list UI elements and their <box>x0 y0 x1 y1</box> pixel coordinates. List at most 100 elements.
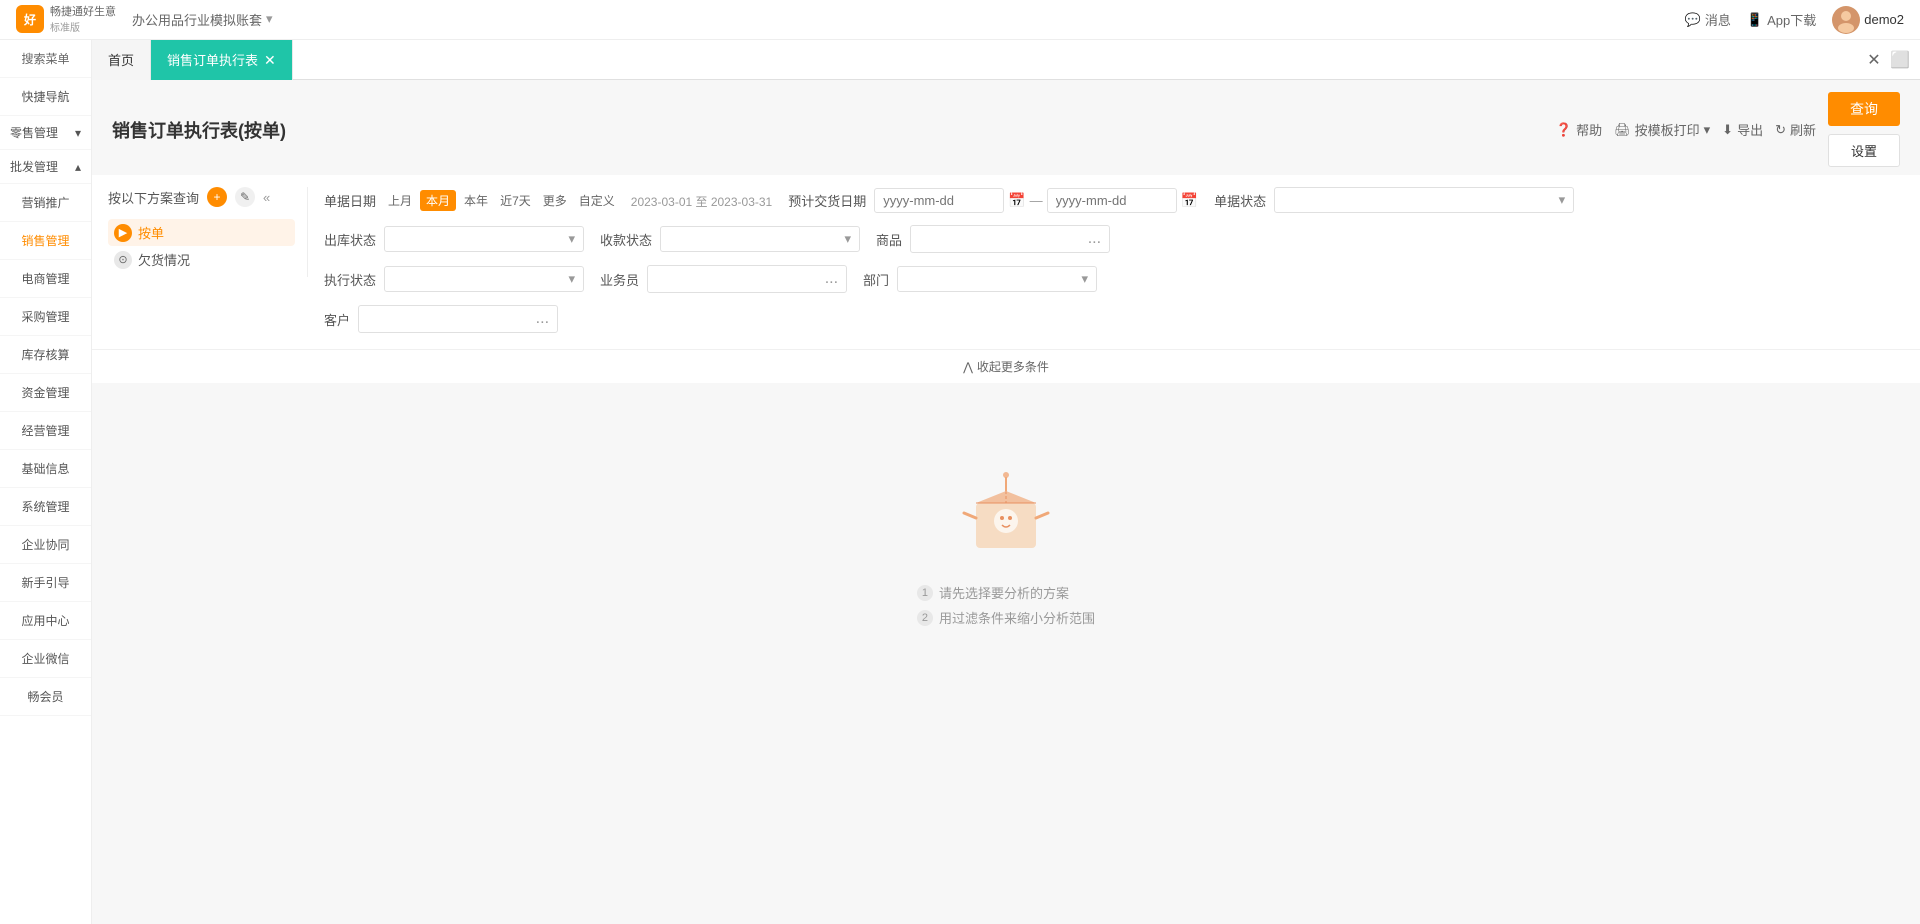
logo-sub: 标准版 <box>50 19 116 34</box>
setting-button[interactable]: 设置 <box>1828 134 1900 167</box>
goods-dots-icon[interactable]: ... <box>1088 230 1101 248</box>
status-select[interactable]: ▾ <box>1274 187 1574 213</box>
add-scheme-button[interactable]: + <box>207 187 227 207</box>
sidebar-item-quick-nav[interactable]: 快捷导航 <box>0 78 91 116</box>
logo-text-group: 畅捷通好生意 标准版 <box>50 5 116 34</box>
filter-left-title-text: 按以下方案查询 <box>108 188 199 207</box>
sidebar-item-basic[interactable]: 基础信息 <box>0 450 91 488</box>
breadcrumb[interactable]: 办公用品行业模拟账套 ▾ <box>132 10 273 29</box>
cal-to-icon[interactable]: 📅 <box>1181 192 1198 209</box>
expected-date-label: 预计交货日期 <box>788 191 866 210</box>
collapse-more-button[interactable]: ⋀ 收起更多条件 <box>92 349 1920 383</box>
tree-item-by-debt[interactable]: ⊙ 欠货情况 <box>108 246 295 273</box>
tab-home[interactable]: 首页 <box>92 40 151 80</box>
header-left: 好 畅捷通好生意 标准版 办公用品行业模拟账套 ▾ <box>16 5 273 34</box>
expected-date-range: 📅 — 📅 <box>874 188 1198 213</box>
avatar <box>1832 6 1860 34</box>
sidebar-item-marketing[interactable]: 营销推广 <box>0 184 91 222</box>
expected-date-from[interactable] <box>874 188 1004 213</box>
expected-date-to[interactable] <box>1047 188 1177 213</box>
content-area: 首页 销售订单执行表 ✕ ✕ ⬜ 销售订单执行表(按单) <box>92 40 1920 924</box>
sidebar-item-purchase[interactable]: 采购管理 <box>0 298 91 336</box>
refresh-label: 刷新 <box>1790 120 1816 139</box>
expected-date-filter: 预计交货日期 📅 — 📅 <box>788 188 1198 213</box>
filter-left-title: 按以下方案查询 + ✎ « <box>108 187 295 207</box>
export-label: 导出 <box>1737 120 1763 139</box>
salesperson-dots-icon[interactable]: ... <box>825 270 838 288</box>
breadcrumb-arrow-icon: ▾ <box>266 11 273 27</box>
collapse-chevron-icon: ⋀ <box>963 360 973 374</box>
sidebar-item-wechat[interactable]: 企业微信 <box>0 640 91 678</box>
sidebar-item-inventory[interactable]: 库存核算 <box>0 336 91 374</box>
date-tab-7days[interactable]: 近7天 <box>496 190 535 211</box>
date-tab-custom[interactable]: 自定义 <box>575 190 619 211</box>
sidebar-item-enterprise[interactable]: 企业协同 <box>0 526 91 564</box>
sidebar-item-search[interactable]: 搜索菜单 <box>0 40 91 78</box>
retail-expand-icon: ▾ <box>75 126 81 140</box>
sidebar-item-member[interactable]: 畅会员 <box>0 678 91 716</box>
print-icon: 🖨 <box>1614 122 1631 138</box>
date-tab-this-month[interactable]: 本月 <box>420 190 456 211</box>
sidebar-item-ecommerce[interactable]: 电商管理 <box>0 260 91 298</box>
tip-num-2: 2 <box>917 610 933 626</box>
message-button[interactable]: 💬 消息 <box>1685 10 1731 29</box>
main-body: 搜索菜单 快捷导航 零售管理 ▾ 批发管理 ▴ 营销推广 销售管理 电商管理 采… <box>0 40 1920 924</box>
goods-input-group[interactable]: ... <box>910 225 1110 253</box>
collapse-left-button[interactable]: « <box>263 190 270 205</box>
print-button[interactable]: 🖨 按模板打印 ▾ <box>1614 120 1710 139</box>
refresh-button[interactable]: ↻ 刷新 <box>1775 120 1816 139</box>
user-menu[interactable]: demo2 <box>1832 6 1904 34</box>
sidebar-item-sales[interactable]: 销售管理 <box>0 222 91 260</box>
customer-input-group[interactable]: ... <box>358 305 558 333</box>
wholesale-label: 批发管理 <box>10 158 58 175</box>
exec-status-select[interactable]: ▾ <box>384 266 584 292</box>
out-status-select[interactable]: ▾ <box>384 226 584 252</box>
sidebar-item-wholesale[interactable]: 批发管理 ▴ <box>0 150 91 184</box>
salesperson-input-group[interactable]: ... <box>647 265 847 293</box>
cal-from-icon[interactable]: 📅 <box>1008 192 1025 209</box>
tab-sales-order[interactable]: 销售订单执行表 ✕ <box>151 40 293 80</box>
query-button[interactable]: 查询 <box>1828 92 1900 126</box>
empty-state: 1 请先选择要分析的方案 2 用过滤条件来缩小分析范围 <box>92 383 1920 713</box>
status-dropdown-icon: ▾ <box>1559 192 1566 208</box>
page-title: 销售订单执行表(按单) <box>112 117 286 143</box>
query-setting-group: 查询 设置 <box>1828 92 1900 167</box>
tab-close-window-button[interactable]: ✕ <box>1862 48 1886 72</box>
collection-status-select[interactable]: ▾ <box>660 226 860 252</box>
dept-dropdown-icon: ▾ <box>1082 271 1089 287</box>
help-button[interactable]: ❓ 帮助 <box>1556 120 1602 139</box>
sidebar-item-retail[interactable]: 零售管理 ▾ <box>0 116 91 150</box>
filter-tree: ▶ 按单 ⊙ 欠货情况 <box>108 215 295 277</box>
date-separator: — <box>1030 193 1043 208</box>
debt-scheme-icon: ⊙ <box>114 251 132 269</box>
filter-panel: 按以下方案查询 + ✎ « ▶ 按单 <box>92 175 1920 383</box>
date-tab-more[interactable]: 更多 <box>539 190 571 211</box>
dept-select[interactable]: ▾ <box>897 266 1097 292</box>
date-tab-this-year[interactable]: 本年 <box>460 190 492 211</box>
tip-text-1: 请先选择要分析的方案 <box>939 583 1069 602</box>
customer-dots-icon[interactable]: ... <box>536 310 549 328</box>
sidebar-item-finance[interactable]: 资金管理 <box>0 374 91 412</box>
tab-close-icon[interactable]: ✕ <box>264 53 276 67</box>
tree-item-by-order[interactable]: ▶ 按单 <box>108 219 295 246</box>
out-status-filter: 出库状态 ▾ <box>324 226 584 252</box>
tab-home-label: 首页 <box>108 50 134 69</box>
export-button[interactable]: ⬇ 导出 <box>1722 120 1763 139</box>
sidebar-item-apps[interactable]: 应用中心 <box>0 602 91 640</box>
exec-status-label: 执行状态 <box>324 270 376 289</box>
app-download-button[interactable]: 📱 App下载 <box>1747 10 1816 29</box>
sidebar-item-system[interactable]: 系统管理 <box>0 488 91 526</box>
exec-status-dropdown-icon: ▾ <box>568 271 575 287</box>
edit-scheme-button[interactable]: ✎ <box>235 187 255 207</box>
sidebar-item-operations[interactable]: 经营管理 <box>0 412 91 450</box>
sidebar-item-newuser[interactable]: 新手引导 <box>0 564 91 602</box>
tab-sales-order-label: 销售订单执行表 <box>167 50 258 69</box>
exec-status-filter: 执行状态 ▾ <box>324 266 584 292</box>
tab-maximize-button[interactable]: ⬜ <box>1888 48 1912 72</box>
message-label: 消息 <box>1705 10 1731 29</box>
date-tab-last-month[interactable]: 上月 <box>384 190 416 211</box>
help-icon: ❓ <box>1556 122 1572 138</box>
logo-icon: 好 <box>16 5 44 33</box>
customer-label: 客户 <box>324 310 350 329</box>
date-range-display: 2023-03-01 至 2023-03-31 <box>631 191 772 210</box>
